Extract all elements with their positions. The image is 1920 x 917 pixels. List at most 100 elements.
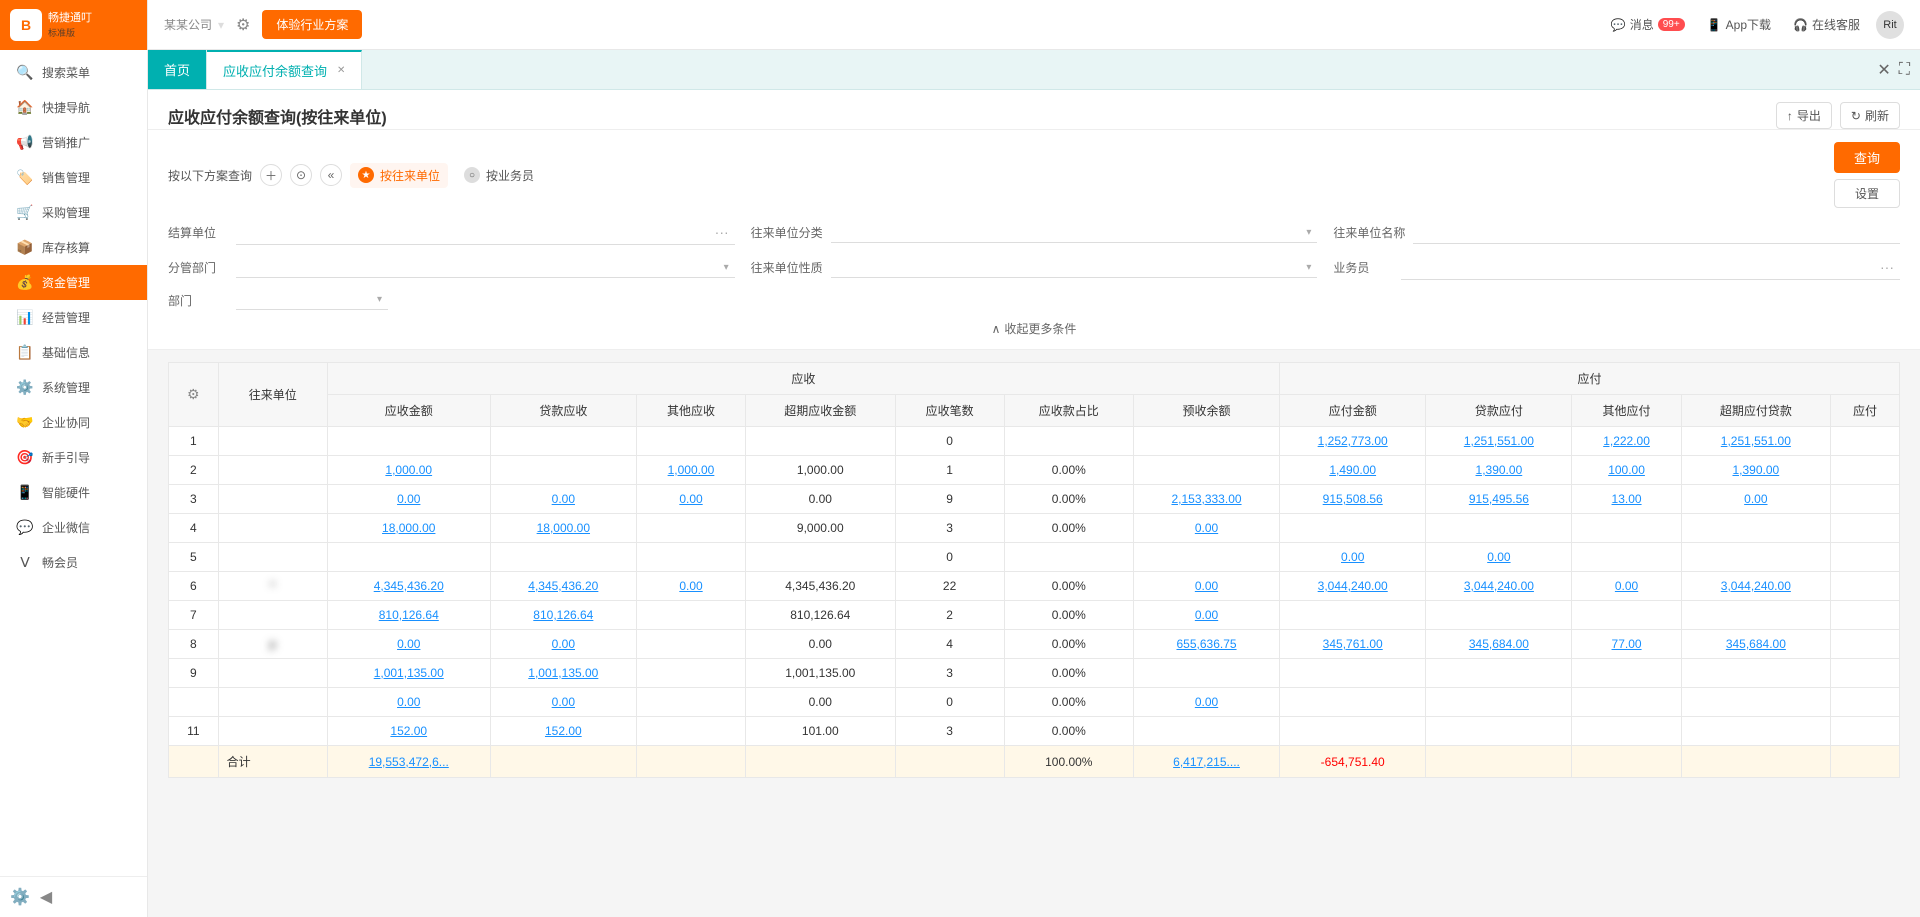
row-ap-other (1572, 659, 1681, 688)
row-ar-loan[interactable]: 18,000.00 (490, 514, 636, 543)
row-ap-overdue[interactable]: 0.00 (1681, 485, 1830, 514)
row-ap-loan[interactable]: 345,684.00 (1426, 630, 1572, 659)
row-ar-loan[interactable]: 152.00 (490, 717, 636, 746)
query-button[interactable]: 查询 (1834, 142, 1900, 173)
partner-nature-label: 往来单位性质 (751, 259, 823, 276)
row-ar-prepay[interactable]: 655,636.75 (1133, 630, 1279, 659)
partner-name-input[interactable] (1413, 221, 1900, 244)
tab-close-window-icon[interactable]: ✕ (1877, 60, 1890, 80)
collapse-icon[interactable]: ◀ (40, 887, 52, 907)
row-ap-amount[interactable]: 1,252,773.00 (1280, 427, 1426, 456)
row-ap-amount[interactable]: 0.00 (1280, 543, 1426, 572)
row-ar-prepay[interactable]: 0.00 (1133, 572, 1279, 601)
sidebar-item-shortcut[interactable]: 🏠 快捷导航 (0, 90, 147, 125)
row-ap-amount[interactable]: 3,044,240.00 (1280, 572, 1426, 601)
row-ap-other[interactable]: 13.00 (1572, 485, 1681, 514)
sidebar-item-guide[interactable]: 🎯 新手引导 (0, 440, 147, 475)
row-ap-amount[interactable]: 1,490.00 (1280, 456, 1426, 485)
row-ar-amount[interactable]: 152.00 (327, 717, 490, 746)
filter-target-btn[interactable]: ⊙ (290, 164, 312, 186)
row-ap-other[interactable]: 0.00 (1572, 572, 1681, 601)
row-ar-prepay[interactable]: 0.00 (1133, 601, 1279, 630)
row-ap-overdue[interactable]: 345,684.00 (1681, 630, 1830, 659)
settings-button[interactable]: 设置 (1834, 179, 1900, 208)
row-ap-other[interactable]: 1,222.00 (1572, 427, 1681, 456)
sidebar-item-stock[interactable]: 📦 库存核算 (0, 230, 147, 265)
row-ar-other[interactable]: 0.00 (636, 485, 745, 514)
row-ar-amount[interactable]: 0.00 (327, 688, 490, 717)
row-ar-amount[interactable]: 4,345,436.20 (327, 572, 490, 601)
sidebar-item-member[interactable]: Ⅴ 畅会员 (0, 545, 147, 580)
row-ap-loan[interactable]: 3,044,240.00 (1426, 572, 1572, 601)
row-ar-other[interactable]: 1,000.00 (636, 456, 745, 485)
filter-add-btn[interactable]: ＋ (260, 164, 282, 186)
row-ar-loan[interactable]: 4,345,436.20 (490, 572, 636, 601)
row-ar-loan[interactable]: 0.00 (490, 688, 636, 717)
dept-select[interactable]: ▾ (236, 290, 388, 310)
sidebar-item-finance[interactable]: 💰 资金管理 (0, 265, 147, 300)
export-button[interactable]: ↑ 导出 (1776, 102, 1832, 129)
row-ap-loan[interactable]: 1,251,551.00 (1426, 427, 1572, 456)
salesperson-input[interactable]: ··· (1401, 255, 1900, 280)
row-ap-amount[interactable]: 915,508.56 (1280, 485, 1426, 514)
row-ar-loan[interactable]: 0.00 (490, 630, 636, 659)
sidebar-item-operation[interactable]: 📊 经营管理 (0, 300, 147, 335)
row-ar-prepay[interactable]: 2,153,333.00 (1133, 485, 1279, 514)
row-ar-other[interactable]: 0.00 (636, 572, 745, 601)
sidebar-item-purchase[interactable]: 🛒 采购管理 (0, 195, 147, 230)
table-settings-icon[interactable]: ⚙ (187, 386, 200, 403)
footer-ar-amount[interactable]: 19,553,472,6... (327, 746, 490, 778)
sidebar-item-wechat[interactable]: 💬 企业微信 (0, 510, 147, 545)
partner-nature-select[interactable]: ▾ (831, 258, 1318, 278)
sidebar-item-search[interactable]: 🔍 搜索菜单 (0, 55, 147, 90)
row-ap-amount[interactable]: 345,761.00 (1280, 630, 1426, 659)
message-btn[interactable]: 💬 消息 99+ (1605, 12, 1691, 37)
row-ar-prepay[interactable]: 0.00 (1133, 514, 1279, 543)
row-ar-amount[interactable]: 0.00 (327, 630, 490, 659)
sidebar-item-marketing[interactable]: 📢 营销推广 (0, 125, 147, 160)
topbar-gear-icon[interactable]: ⚙ (236, 15, 250, 35)
tab-home[interactable]: 首页 (148, 50, 207, 89)
tab-ar-ap[interactable]: 应收应付余额查询 ✕ (207, 50, 362, 89)
row-ap-other[interactable]: 100.00 (1572, 456, 1681, 485)
filter-by-salesperson-btn[interactable]: ○ 按业务员 (456, 163, 542, 188)
row-ar-loan[interactable]: 0.00 (490, 485, 636, 514)
row-ar-amount[interactable]: 810,126.64 (327, 601, 490, 630)
settings-icon[interactable]: ⚙️ (10, 887, 30, 907)
row-ar-loan[interactable]: 1,001,135.00 (490, 659, 636, 688)
tab-close-icon[interactable]: ✕ (337, 65, 345, 76)
collapse-btn[interactable]: ∧ 收起更多条件 (992, 320, 1077, 337)
row-ap-loan[interactable]: 915,495.56 (1426, 485, 1572, 514)
row-ap-overdue[interactable]: 1,390.00 (1681, 456, 1830, 485)
app-download-btn[interactable]: 📱 App下载 (1701, 12, 1777, 37)
sidebar-item-system[interactable]: ⚙️ 系统管理 (0, 370, 147, 405)
refresh-button[interactable]: ↻ 刷新 (1840, 102, 1900, 129)
user-info[interactable]: Rit (1876, 11, 1904, 39)
row-ar-amount[interactable]: 1,001,135.00 (327, 659, 490, 688)
filter-by-partner-btn[interactable]: ★ 按往来单位 (350, 163, 448, 188)
sidebar-item-hardware[interactable]: 📱 智能硬件 (0, 475, 147, 510)
row-ar-loan[interactable]: 810,126.64 (490, 601, 636, 630)
filter-collapse-left-btn[interactable]: « (320, 164, 342, 186)
row-ap-overdue[interactable]: 3,044,240.00 (1681, 572, 1830, 601)
row-ap-loan[interactable]: 1,390.00 (1426, 456, 1572, 485)
row-ap-other[interactable]: 77.00 (1572, 630, 1681, 659)
row-ap-overdue[interactable]: 1,251,551.00 (1681, 427, 1830, 456)
row-ar-prepay[interactable]: 0.00 (1133, 688, 1279, 717)
footer-ar-loan (490, 746, 636, 778)
settlement-input[interactable]: ··· (236, 220, 735, 245)
tab-maximize-icon[interactable]: ⛶ (1899, 61, 1910, 79)
sidebar-item-base[interactable]: 📋 基础信息 (0, 335, 147, 370)
row-ar-amount[interactable]: 1,000.00 (327, 456, 490, 485)
th-settings[interactable]: ⚙ (169, 363, 219, 427)
division-select[interactable]: ▾ (236, 258, 735, 278)
partner-category-select[interactable]: ▾ (831, 223, 1318, 243)
service-btn[interactable]: 🎧 在线客服 (1787, 12, 1866, 37)
footer-ar-prepay[interactable]: 6,417,215.... (1133, 746, 1279, 778)
trial-btn[interactable]: 体验行业方案 (262, 10, 362, 39)
row-ap-loan[interactable]: 0.00 (1426, 543, 1572, 572)
row-ar-amount[interactable]: 0.00 (327, 485, 490, 514)
sidebar-item-sales[interactable]: 🏷️ 销售管理 (0, 160, 147, 195)
row-ar-amount[interactable]: 18,000.00 (327, 514, 490, 543)
sidebar-item-company[interactable]: 🤝 企业协同 (0, 405, 147, 440)
